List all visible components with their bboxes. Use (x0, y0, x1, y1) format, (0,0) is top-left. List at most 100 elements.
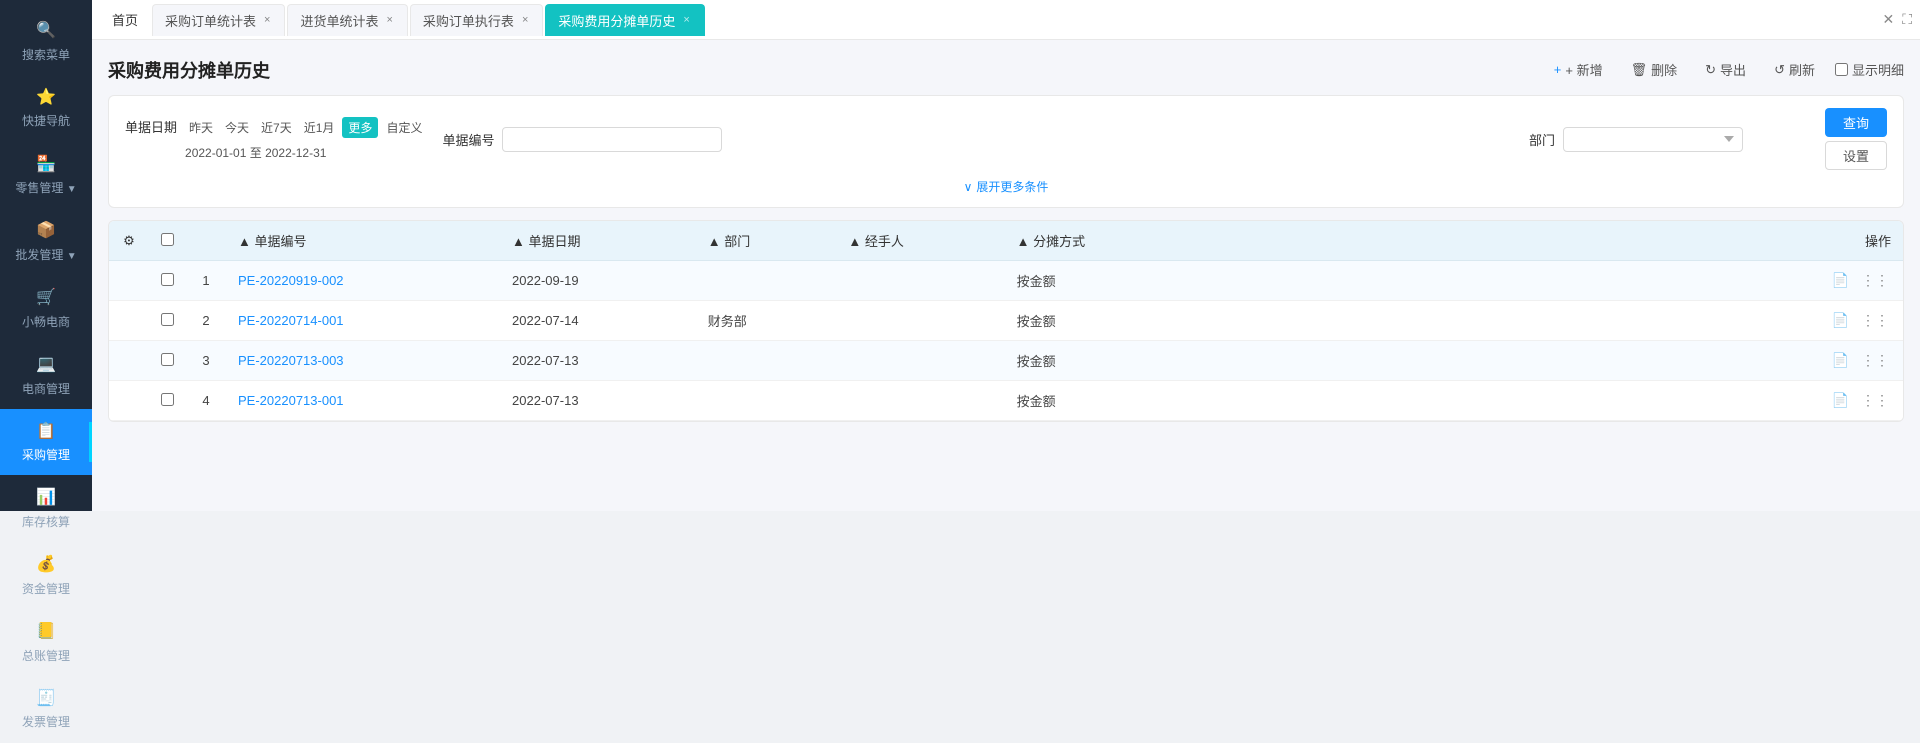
tab-goods-stats[interactable]: 进货单统计表 × (287, 4, 407, 36)
col-dept[interactable]: ▲ 部门 (696, 221, 837, 261)
row-index: 3 (186, 341, 226, 381)
table-row[interactable]: 1 PE-20220919-002 2022-09-19 按金额 📄 ⋮⋮ (109, 261, 1903, 301)
tab-close-icon[interactable]: × (262, 14, 272, 26)
row-settings-cell (109, 301, 149, 341)
select-all-checkbox[interactable] (161, 233, 174, 246)
setting-button[interactable]: 设置 (1825, 141, 1887, 170)
tab-purchase-order-exec[interactable]: 采购订单执行表 × (410, 4, 543, 36)
date-range: 2022-01-01 至 2022-12-31 (185, 144, 426, 161)
dept-select[interactable]: 财务部 (1563, 127, 1743, 152)
row-checkbox[interactable] (161, 313, 174, 326)
sidebar-item-label: 发票管理 (22, 715, 70, 729)
row-doc-date: 2022-07-13 (500, 381, 696, 421)
row-checkbox-cell (149, 381, 186, 421)
sidebar-item-wholesale[interactable]: 📦 批发管理 ▼ (0, 208, 92, 275)
doc-no-link[interactable]: PE-20220713-001 (238, 393, 344, 408)
shortcut-7days[interactable]: 近7天 (257, 117, 296, 138)
row-checkbox[interactable] (161, 393, 174, 406)
tab-purchase-cost-split[interactable]: 采购费用分摊单历史 × (545, 4, 704, 36)
delete-label: 删除 (1651, 60, 1677, 79)
laptop-icon: 💻 (4, 352, 88, 378)
sidebar-item-retail[interactable]: 🏪 零售管理 ▼ (0, 142, 92, 209)
sidebar-item-ecom[interactable]: 💻 电商管理 (0, 342, 92, 409)
row-actions-cell: 📄 ⋮⋮ (1722, 341, 1903, 381)
sidebar-item-label: 采购管理 (22, 448, 70, 462)
shortcut-custom[interactable]: 自定义 (382, 117, 426, 138)
sidebar-item-label: 库存核算 (22, 515, 70, 529)
col-split-method[interactable]: ▲ 分摊方式 (1005, 221, 1723, 261)
shortcut-1month[interactable]: 近1月 (300, 117, 339, 138)
main-content: 首页 采购订单统计表 × 进货单统计表 × 采购订单执行表 × 采购费用分摊单历… (92, 0, 1920, 511)
star-icon: ⭐ (4, 85, 88, 111)
sidebar-item-mini-ecom[interactable]: 🛒 小畅电商 (0, 275, 92, 342)
row-checkbox[interactable] (161, 353, 174, 366)
row-view-icon[interactable]: 📄 (1830, 310, 1851, 331)
row-handler (836, 301, 1004, 341)
row-dept (696, 261, 837, 301)
row-split-method: 按金额 (1005, 261, 1723, 301)
doc-no-link[interactable]: PE-20220714-001 (238, 313, 344, 328)
show-cols-checkbox[interactable]: 显示明细 (1835, 60, 1904, 79)
expand-window-icon[interactable]: ⛶ (1902, 11, 1912, 28)
doc-no-filter: 单据编号 (442, 127, 1513, 152)
show-cols-toggle[interactable] (1835, 63, 1848, 76)
sidebar-item-finance[interactable]: 💰 资金管理 (0, 542, 92, 609)
row-more-icon[interactable]: ⋮⋮ (1859, 310, 1891, 331)
col-settings[interactable]: ⚙ (109, 221, 149, 261)
doc-no-link[interactable]: PE-20220919-002 (238, 273, 344, 288)
row-view-icon[interactable]: 📄 (1830, 390, 1851, 411)
sidebar-item-label: 搜索菜单 (22, 48, 70, 62)
clipboard-icon: 📋 (4, 419, 88, 445)
shortcut-more[interactable]: 更多 (342, 117, 378, 138)
row-more-icon[interactable]: ⋮⋮ (1859, 350, 1891, 371)
row-more-icon[interactable]: ⋮⋮ (1859, 390, 1891, 411)
doc-no-input[interactable] (502, 127, 722, 152)
row-doc-date: 2022-07-13 (500, 341, 696, 381)
chevron-down-icon: ▼ (67, 251, 77, 262)
row-view-icon[interactable]: 📄 (1830, 350, 1851, 371)
chevron-down-icon: ∨ (964, 180, 973, 194)
shortcut-today[interactable]: 今天 (221, 117, 253, 138)
delete-button[interactable]: 🗑 删除 (1623, 56, 1686, 83)
row-checkbox[interactable] (161, 273, 174, 286)
table-row[interactable]: 4 PE-20220713-001 2022-07-13 按金额 📄 ⋮⋮ (109, 381, 1903, 421)
sidebar-item-search[interactable]: 🔍 搜索菜单 (0, 8, 92, 75)
tab-close-icon[interactable]: × (520, 14, 530, 26)
table-row[interactable]: 3 PE-20220713-003 2022-07-13 按金额 📄 ⋮⋮ (109, 341, 1903, 381)
add-button[interactable]: + + 新增 (1546, 56, 1611, 83)
search-button[interactable]: 查询 (1825, 108, 1887, 137)
tab-close-icon[interactable]: × (384, 14, 394, 26)
shortcut-yesterday[interactable]: 昨天 (185, 117, 217, 138)
tab-home[interactable]: 首页 (100, 4, 150, 36)
export-button[interactable]: ↻ 导出 (1697, 56, 1754, 83)
expand-row: ∨ 展开更多条件 (125, 178, 1887, 195)
sidebar-item-inventory[interactable]: 📊 库存核算 (0, 475, 92, 542)
col-handler[interactable]: ▲ 经手人 (836, 221, 1004, 261)
store-icon: 🏪 (4, 152, 88, 178)
row-view-icon[interactable]: 📄 (1830, 270, 1851, 291)
tab-close-icon[interactable]: × (681, 14, 691, 26)
row-settings-cell (109, 381, 149, 421)
tab-purchase-order-stats[interactable]: 采购订单统计表 × (152, 4, 285, 36)
row-doc-no: PE-20220919-002 (226, 261, 500, 301)
expand-more-btn[interactable]: ∨ 展开更多条件 (964, 178, 1049, 195)
close-window-icon[interactable]: ✕ (1882, 11, 1894, 28)
sidebar-item-quick-nav[interactable]: ⭐ 快捷导航 (0, 75, 92, 142)
row-doc-no: PE-20220714-001 (226, 301, 500, 341)
page-title: 采购费用分摊单历史 (108, 57, 270, 83)
row-handler (836, 381, 1004, 421)
row-index: 4 (186, 381, 226, 421)
row-more-icon[interactable]: ⋮⋮ (1859, 270, 1891, 291)
refresh-button[interactable]: ↺ 刷新 (1766, 56, 1823, 83)
table-row[interactable]: 2 PE-20220714-001 2022-07-14 财务部 按金额 📄 ⋮… (109, 301, 1903, 341)
sidebar-item-ledger[interactable]: 📒 总账管理 (0, 609, 92, 676)
box-icon: 📦 (4, 218, 88, 244)
col-doc-no[interactable]: ▲ 单据编号 (226, 221, 500, 261)
row-split-method: 按金额 (1005, 341, 1723, 381)
refresh-icon: ↺ (1774, 62, 1785, 78)
sidebar-item-invoice[interactable]: 🧾 发票管理 (0, 676, 92, 743)
col-doc-date[interactable]: ▲ 单据日期 (500, 221, 696, 261)
export-icon: ↻ (1705, 62, 1716, 78)
sidebar-item-purchase[interactable]: 📋 采购管理 (0, 409, 92, 476)
doc-no-link[interactable]: PE-20220713-003 (238, 353, 344, 368)
